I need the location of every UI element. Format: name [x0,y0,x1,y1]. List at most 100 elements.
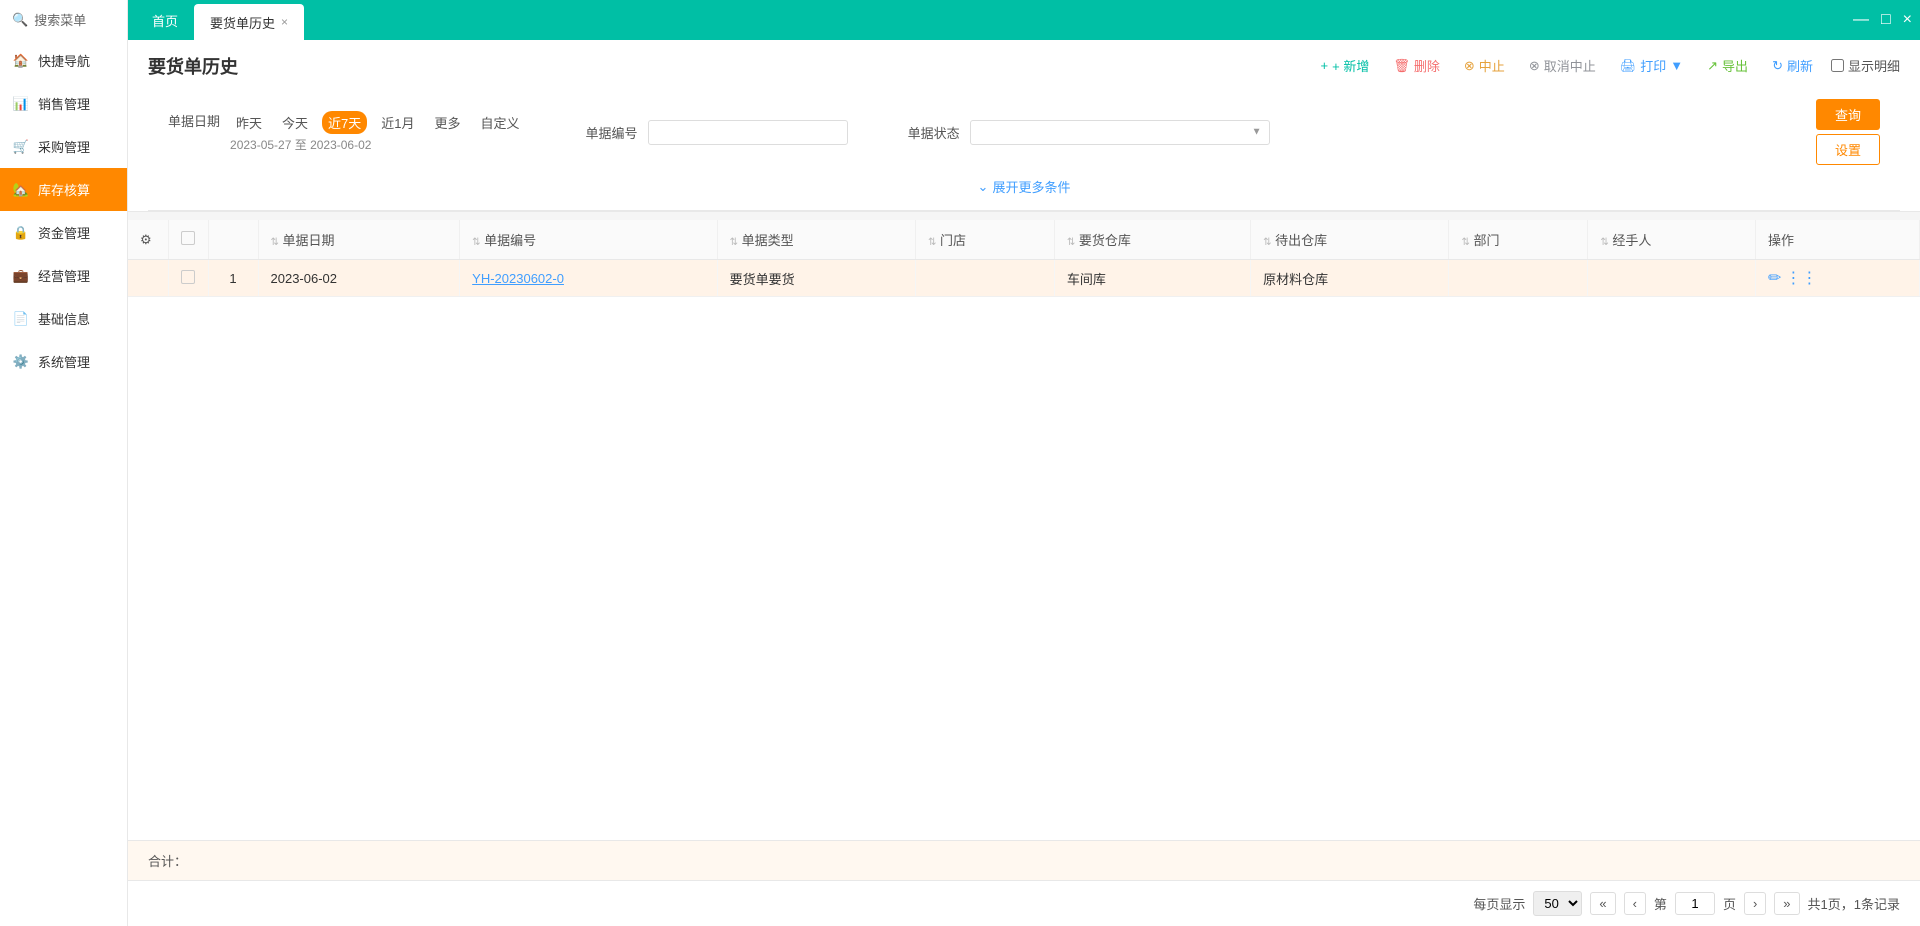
expand-more-row[interactable]: ⌄ 展开更多条件 [168,173,1880,200]
select-all-checkbox[interactable] [181,231,195,245]
col-pending-warehouse[interactable]: ⇅ 待出仓库 [1251,220,1449,260]
shortcut-more[interactable]: 更多 [429,111,467,134]
refresh-label: 刷新 [1787,56,1813,75]
sidebar-item-finance[interactable]: 🔒 资金管理 [0,211,127,254]
sidebar-item-basic-info[interactable]: 📄 基础信息 [0,297,127,340]
col-req-warehouse[interactable]: ⇅ 要货仓库 [1054,220,1250,260]
col-doctype-label: 单据类型 [742,233,794,248]
first-page-btn[interactable]: « [1590,892,1615,915]
col-date[interactable]: ⇅ 单据日期 [258,220,460,260]
sort-icon-store[interactable]: ⇅ [928,237,936,248]
print-icon: 🖨 [1620,58,1637,74]
shortcut-custom[interactable]: 自定义 [475,111,526,134]
print-button[interactable]: 🖨 打印 ▼ [1614,52,1689,79]
refresh-button[interactable]: ↻ 刷新 [1766,52,1819,79]
row-doctype: 要货单要货 [730,272,795,287]
row-req-wh-cell: 车间库 [1054,260,1250,297]
row-seq: 1 [229,271,236,286]
row-checkbox[interactable] [181,270,195,284]
more-action-icon[interactable]: ⋮⋮ [1785,268,1817,288]
status-filter-group: 单据状态 ▼ [908,120,1268,145]
shortcut-today[interactable]: 今天 [276,111,314,134]
last-page-btn[interactable]: » [1774,892,1799,915]
doc-icon: 📄 [12,310,30,328]
sidebar-item-label: 采购管理 [38,137,90,156]
tab-home[interactable]: 首页 [136,0,194,40]
tab-history[interactable]: 要货单历史 × [194,4,304,40]
col-docno-label: 单据编号 [484,233,536,248]
close-window-icon[interactable]: × [1903,11,1912,29]
delete-button[interactable]: 🗑 删除 [1387,52,1446,79]
col-seq [208,220,258,260]
pagination: 每页显示 50 « ‹ 第 页 › » 共1页，1条记录 [128,880,1920,926]
sidebar-item-inventory[interactable]: 🏡 库存核算 [0,168,127,211]
sidebar-item-system[interactable]: ⚙️ 系统管理 [0,340,127,383]
col-pending-wh-label: 待出仓库 [1275,233,1327,248]
doc-no-filter-group: 单据编号 [586,120,848,145]
tab-home-label: 首页 [152,11,178,30]
col-settings[interactable]: ⚙ [128,220,168,260]
new-button[interactable]: + + 新增 [1315,52,1376,79]
display-detail-toggle[interactable]: 显示明细 [1831,56,1900,75]
maximize-icon[interactable]: □ [1881,11,1891,29]
doc-no-input[interactable] [648,120,848,145]
per-page-label: 每页显示 [1473,894,1525,913]
search-icon: 🔍 [12,12,28,28]
export-icon: ↗ [1707,58,1718,74]
col-handler-label: 经手人 [1612,233,1651,248]
sort-icon-pending-wh[interactable]: ⇅ [1263,237,1271,248]
shortcut-7days[interactable]: 近7天 [322,111,367,134]
shop-icon: 🛒 [12,138,30,156]
sort-icon-docno[interactable]: ⇅ [472,237,480,248]
search-menu[interactable]: 🔍 搜索菜单 [0,0,127,39]
settings-button[interactable]: 设置 [1816,134,1880,165]
col-check[interactable] [168,220,208,260]
per-page-select[interactable]: 50 [1533,891,1582,916]
sort-icon-dept[interactable]: ⇅ [1461,237,1469,248]
col-doc-no[interactable]: ⇅ 单据编号 [460,220,717,260]
col-action: 操作 [1755,220,1919,260]
col-department[interactable]: ⇅ 部门 [1449,220,1588,260]
sidebar-item-sales[interactable]: 📊 销售管理 [0,82,127,125]
col-handler[interactable]: ⇅ 经手人 [1588,220,1756,260]
date-shortcuts-group: 昨天 今天 近7天 近1月 更多 自定义 2023-05-27 至 2023-0… [230,111,526,153]
shortcut-1month[interactable]: 近1月 [375,111,420,134]
filter-area: 单据日期 昨天 今天 近7天 近1月 更多 自定义 2023-05-27 至 2… [148,89,1900,211]
col-store[interactable]: ⇅ 门店 [915,220,1054,260]
row-pending-wh: 原材料仓库 [1263,272,1328,287]
next-page-btn[interactable]: › [1744,892,1766,915]
cancel-stop-button[interactable]: ⊗ 取消中止 [1523,52,1602,79]
new-icon: + [1321,58,1329,73]
page-input[interactable] [1675,892,1715,915]
export-button[interactable]: ↗ 导出 [1701,52,1754,79]
minimize-icon[interactable]: — [1853,11,1869,29]
sidebar-item-operations[interactable]: 💼 经营管理 [0,254,127,297]
inventory-icon: 🏡 [12,181,30,199]
chart-icon: 📊 [12,95,30,113]
lock-icon: 🔒 [12,224,30,242]
query-button[interactable]: 查询 [1816,99,1880,130]
sort-icon-doctype[interactable]: ⇅ [730,237,738,248]
sidebar-item-purchase[interactable]: 🛒 采购管理 [0,125,127,168]
toolbar: + + 新增 🗑 删除 ⊗ 中止 ⊗ 取消中止 [1315,52,1900,79]
sidebar-item-label: 销售管理 [38,94,90,113]
display-detail-checkbox[interactable] [1831,59,1844,72]
edit-action-icon[interactable]: ✏ [1768,268,1781,288]
date-range-display: 2023-05-27 至 2023-06-02 [230,136,526,153]
sort-icon-req-wh[interactable]: ⇅ [1067,237,1075,248]
col-doc-type[interactable]: ⇅ 单据类型 [717,220,915,260]
row-check-cell[interactable] [168,260,208,297]
sort-icon-date[interactable]: ⇅ [271,237,279,248]
sidebar-item-quick-nav[interactable]: 🏠 快捷导航 [0,39,127,82]
tab-close-icon[interactable]: × [281,15,288,29]
row-docno[interactable]: YH-20230602-0 [472,271,564,286]
shortcut-yesterday[interactable]: 昨天 [230,111,268,134]
row-action-cell: ✏ ⋮⋮ [1755,260,1919,297]
prev-page-btn[interactable]: ‹ [1624,892,1646,915]
row-doctype-cell: 要货单要货 [717,260,915,297]
sort-icon-handler[interactable]: ⇅ [1600,237,1608,248]
stop-button[interactable]: ⊗ 中止 [1458,52,1511,79]
status-select[interactable] [970,120,1270,145]
date-shortcuts: 昨天 今天 近7天 近1月 更多 自定义 [230,111,526,134]
row-date: 2023-06-02 [271,271,338,286]
